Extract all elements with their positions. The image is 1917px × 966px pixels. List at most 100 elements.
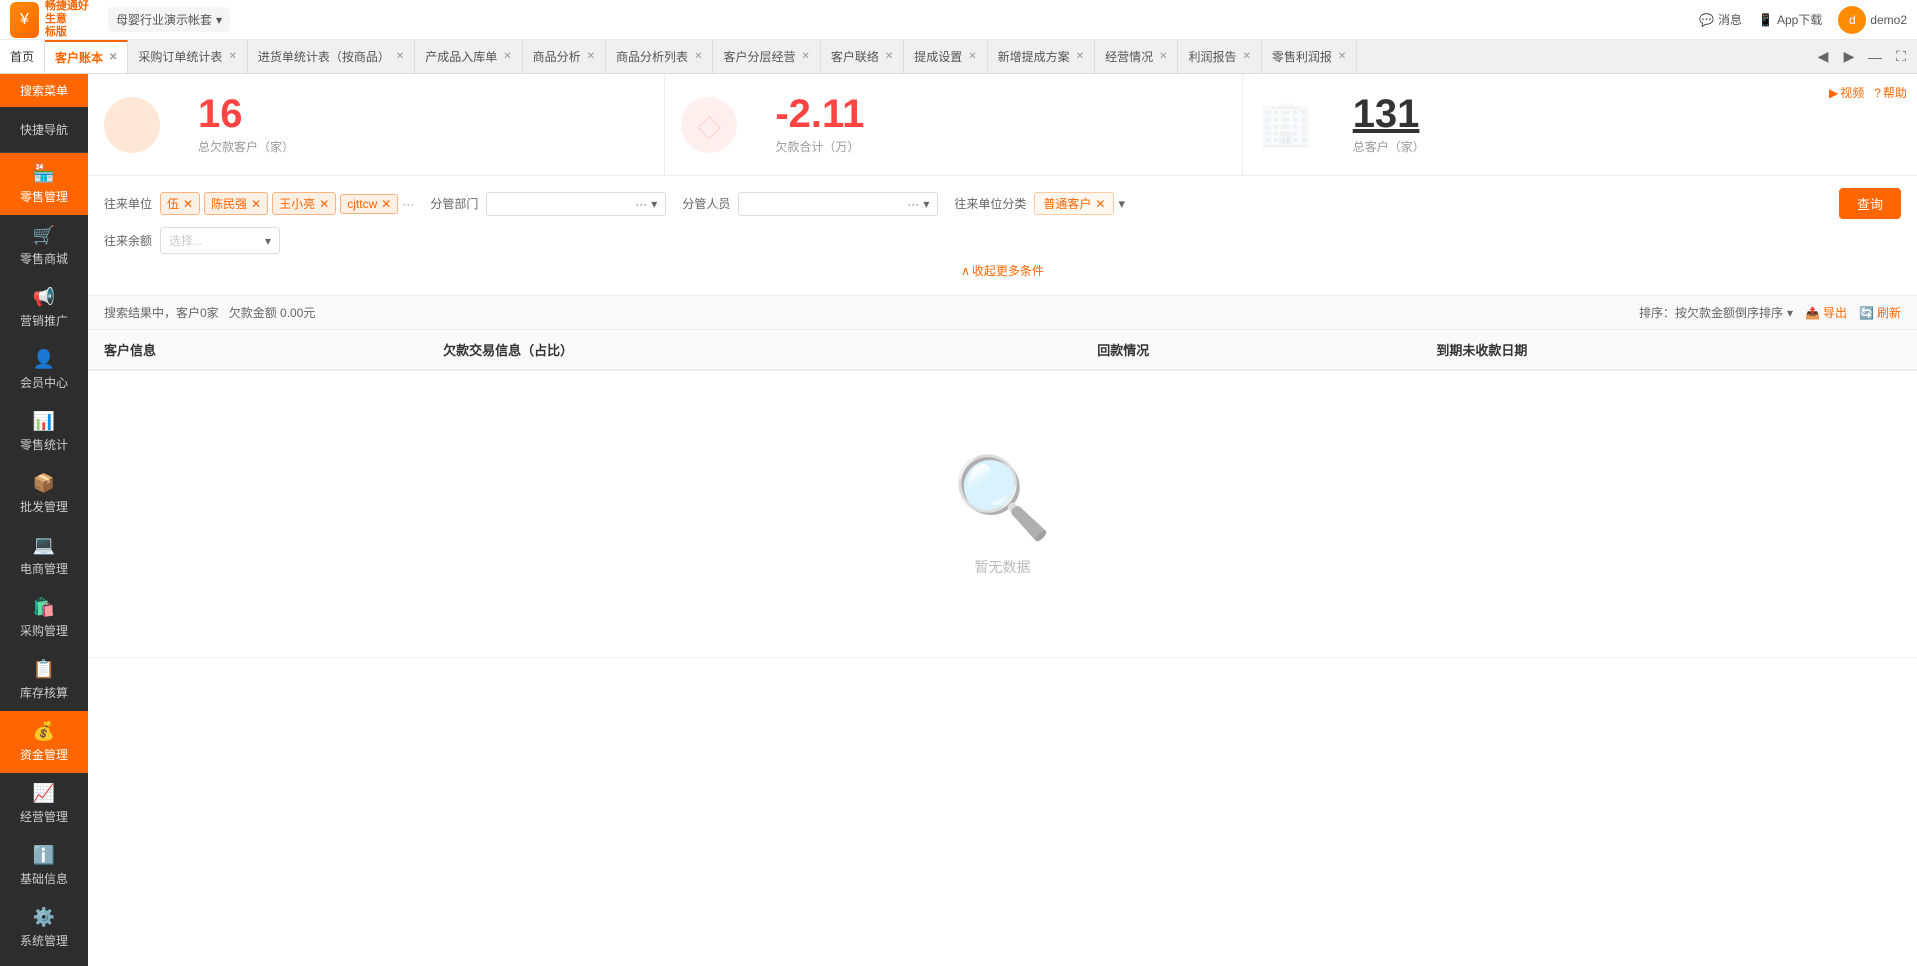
result-sort[interactable]: 排序：按欠款金额倒序排序 ▾ (1639, 304, 1793, 321)
stat-card-total-customers: 🏢 131 总客户（家） (1243, 74, 1819, 175)
sidebar-item-quick-nav[interactable]: 快捷导航 (0, 113, 88, 146)
sidebar-quick-nav: 快捷导航 (0, 107, 88, 153)
stat-number-total-customers: 131 (1353, 94, 1425, 134)
filter-select-balance[interactable]: 选择... ▾ (160, 227, 280, 254)
sidebar-item-purchase-mgmt[interactable]: 🛍️ 采购管理 (0, 587, 88, 649)
filter-tag-wang-close[interactable]: ✕ (319, 197, 329, 211)
tab-close-raise-settings[interactable]: ✕ (968, 51, 976, 62)
tab-minimize-button[interactable]: — (1863, 45, 1887, 69)
top-bar-right: 💬 消息 📱 App下载 d demo2 (1699, 6, 1907, 34)
tab-product-instock[interactable]: 产成品入库单 ✕ (415, 40, 522, 74)
video-link[interactable]: ▶ 视频 (1829, 84, 1864, 101)
tab-close-customer-segment[interactable]: ✕ (801, 51, 809, 62)
table-header-row: 客户信息 欠款交易信息（占比） 回款情况 到期未收款日期 (88, 330, 1917, 370)
user-menu[interactable]: d demo2 (1838, 6, 1907, 34)
sidebar-item-retail-mall[interactable]: 🛒 零售商城 (0, 215, 88, 277)
tab-close-product-analysis[interactable]: ✕ (587, 51, 595, 62)
sidebar-item-operation-mgmt[interactable]: 📈 经营管理 (0, 773, 88, 835)
sidebar-item-inventory-check[interactable]: 📋 库存核算 (0, 649, 88, 711)
sidebar-item-retail-stats[interactable]: 📊 零售统计 (0, 401, 88, 463)
sidebar-item-enterprise-collab[interactable]: 🤝 企业协同 (0, 959, 88, 966)
tab-customer-segment[interactable]: 客户分层经营 ✕ (713, 40, 820, 74)
tab-close-purchase-stat-product[interactable]: ✕ (396, 51, 404, 62)
basic-info-icon: ℹ️ (33, 845, 55, 866)
stats-row: ¥ 16 总欠款客户（家） ◇ -2.11 欠款合计（万） 🏢 131 (88, 74, 1917, 176)
app-download-button[interactable]: 📱 App下载 (1758, 11, 1822, 28)
sidebar-item-retail-mgmt[interactable]: 🏪 零售管理 (0, 153, 88, 215)
sidebar-search[interactable]: 搜索菜单 (0, 74, 88, 107)
query-button[interactable]: 查询 (1839, 188, 1901, 219)
tab-close-customer-contact[interactable]: ✕ (885, 51, 893, 62)
tab-purchase-order-stat[interactable]: 采购订单统计表 ✕ (128, 40, 247, 74)
ecommerce-mgmt-icon: 💻 (33, 535, 55, 556)
tab-retail-profit[interactable]: 零售利润报 ✕ (1262, 40, 1357, 74)
sidebar-item-ecommerce-mgmt[interactable]: 💻 电商管理 (0, 525, 88, 587)
col-customer-info: 客户信息 (88, 330, 427, 370)
sidebar: 搜索菜单 快捷导航 🏪 零售管理 🛒 零售商城 📢 营销推广 👤 会员中心 📊 … (0, 74, 88, 966)
sidebar-item-system-mgmt[interactable]: ⚙️ 系统管理 (0, 897, 88, 959)
filter-select-dept[interactable]: ··· ▾ (486, 192, 666, 216)
tab-profit-report[interactable]: 利润报告 ✕ (1178, 40, 1261, 74)
sidebar-item-finance-mgmt[interactable]: 💰 资金管理 (0, 711, 88, 773)
filter-label-unit: 往来单位 (104, 195, 152, 212)
result-info: 搜索结果中，客户0家 欠款金额 0.00元 (104, 304, 315, 321)
table-empty-row: 🔍 暂无数据 (88, 370, 1917, 658)
export-button[interactable]: 📤 导出 (1805, 304, 1847, 321)
tab-close-purchase-order-stat[interactable]: ✕ (228, 51, 236, 62)
inventory-check-icon: 📋 (33, 659, 55, 680)
logo-text: 畅捷通好生意 标版 (45, 0, 98, 39)
tab-customer-contact[interactable]: 客户联络 ✕ (821, 40, 904, 74)
filter-more-tags[interactable]: ··· (402, 197, 414, 211)
message-button[interactable]: 💬 消息 (1699, 11, 1742, 28)
filter-classify-tag-close[interactable]: ✕ (1095, 197, 1105, 211)
result-actions: 排序：按欠款金额倒序排序 ▾ 📤 导出 🔄 刷新 (1639, 304, 1901, 321)
filter-tag-wu: 伍 ✕ (160, 192, 200, 215)
main-layout: 搜索菜单 快捷导航 🏪 零售管理 🛒 零售商城 📢 营销推广 👤 会员中心 📊 … (0, 74, 1917, 966)
tab-close-retail-profit[interactable]: ✕ (1338, 51, 1346, 62)
sidebar-item-wholesale-mgmt[interactable]: 📦 批发管理 (0, 463, 88, 525)
sidebar-item-marketing[interactable]: 📢 营销推广 (0, 277, 88, 339)
filter-label-person: 分管人员 (682, 195, 730, 212)
filter-select-person[interactable]: ··· ▾ (738, 192, 938, 216)
sidebar-item-basic-info[interactable]: ℹ️ 基础信息 (0, 835, 88, 897)
retail-mall-icon: 🛒 (33, 225, 55, 246)
tab-new-raise-plan[interactable]: 新增提成方案 ✕ (988, 40, 1095, 74)
tab-product-analysis-list[interactable]: 商品分析列表 ✕ (606, 40, 713, 74)
tab-close-profit-report[interactable]: ✕ (1243, 51, 1251, 62)
tab-close-product-analysis-list[interactable]: ✕ (694, 51, 702, 62)
tab-close-operation-status[interactable]: ✕ (1159, 51, 1167, 62)
filter-row-2: 往来余额 选择... ▾ (104, 227, 1901, 254)
help-link[interactable]: ? 帮助 (1874, 84, 1907, 101)
tab-close-account-book[interactable]: ✕ (109, 52, 117, 63)
tab-close-new-raise-plan[interactable]: ✕ (1076, 51, 1084, 62)
retail-stats-icon: 📊 (33, 411, 55, 432)
tab-next-button[interactable]: ▶ (1837, 45, 1861, 69)
empty-text: 暂无数据 (975, 557, 1031, 577)
tab-raise-settings[interactable]: 提成设置 ✕ (904, 40, 987, 74)
refresh-button[interactable]: 🔄 刷新 (1859, 304, 1901, 321)
tab-close-product-instock[interactable]: ✕ (503, 51, 511, 62)
tab-operation-status[interactable]: 经营情况 ✕ (1095, 40, 1178, 74)
main-table: 客户信息 欠款交易信息（占比） 回款情况 到期未收款日期 🔍 暂无数据 (88, 330, 1917, 658)
tab-prev-button[interactable]: ◀ (1811, 45, 1835, 69)
tab-product-analysis[interactable]: 商品分析 ✕ (523, 40, 606, 74)
filter-tag-wu-close[interactable]: ✕ (183, 197, 193, 211)
tab-purchase-stat-product[interactable]: 进货单统计表（按商品） ✕ (248, 40, 415, 74)
stat-label-debt: 欠款合计（万） (775, 138, 864, 155)
tab-controls: ◀ ▶ — ⛶ (1807, 45, 1917, 69)
operation-mgmt-icon: 📈 (33, 783, 55, 804)
filter-tag-cjttcw-close[interactable]: ✕ (381, 197, 391, 211)
tab-maximize-button[interactable]: ⛶ (1889, 45, 1913, 69)
stat-card-debt: ◇ -2.11 欠款合计（万） (665, 74, 1242, 175)
tab-account-book[interactable]: 客户账本 ✕ (45, 40, 128, 74)
filter-row-1: 往来单位 伍 ✕ 陈民强 ✕ 王小亮 ✕ cjttcw (104, 188, 1901, 219)
filter-tag-chen-close[interactable]: ✕ (251, 197, 261, 211)
org-selector[interactable]: 母婴行业演示帐套 ▾ (108, 7, 230, 32)
collapse-button[interactable]: ∧ 收起更多条件 (104, 262, 1901, 279)
tab-home[interactable]: 首页 (0, 40, 45, 74)
stat-label-total-customers: 总客户（家） (1353, 138, 1425, 155)
sidebar-item-member-center[interactable]: 👤 会员中心 (0, 339, 88, 401)
retail-mgmt-icon: 🏪 (33, 163, 55, 184)
avatar: d (1838, 6, 1866, 34)
filter-area: 往来单位 伍 ✕ 陈民强 ✕ 王小亮 ✕ cjttcw (88, 176, 1917, 296)
